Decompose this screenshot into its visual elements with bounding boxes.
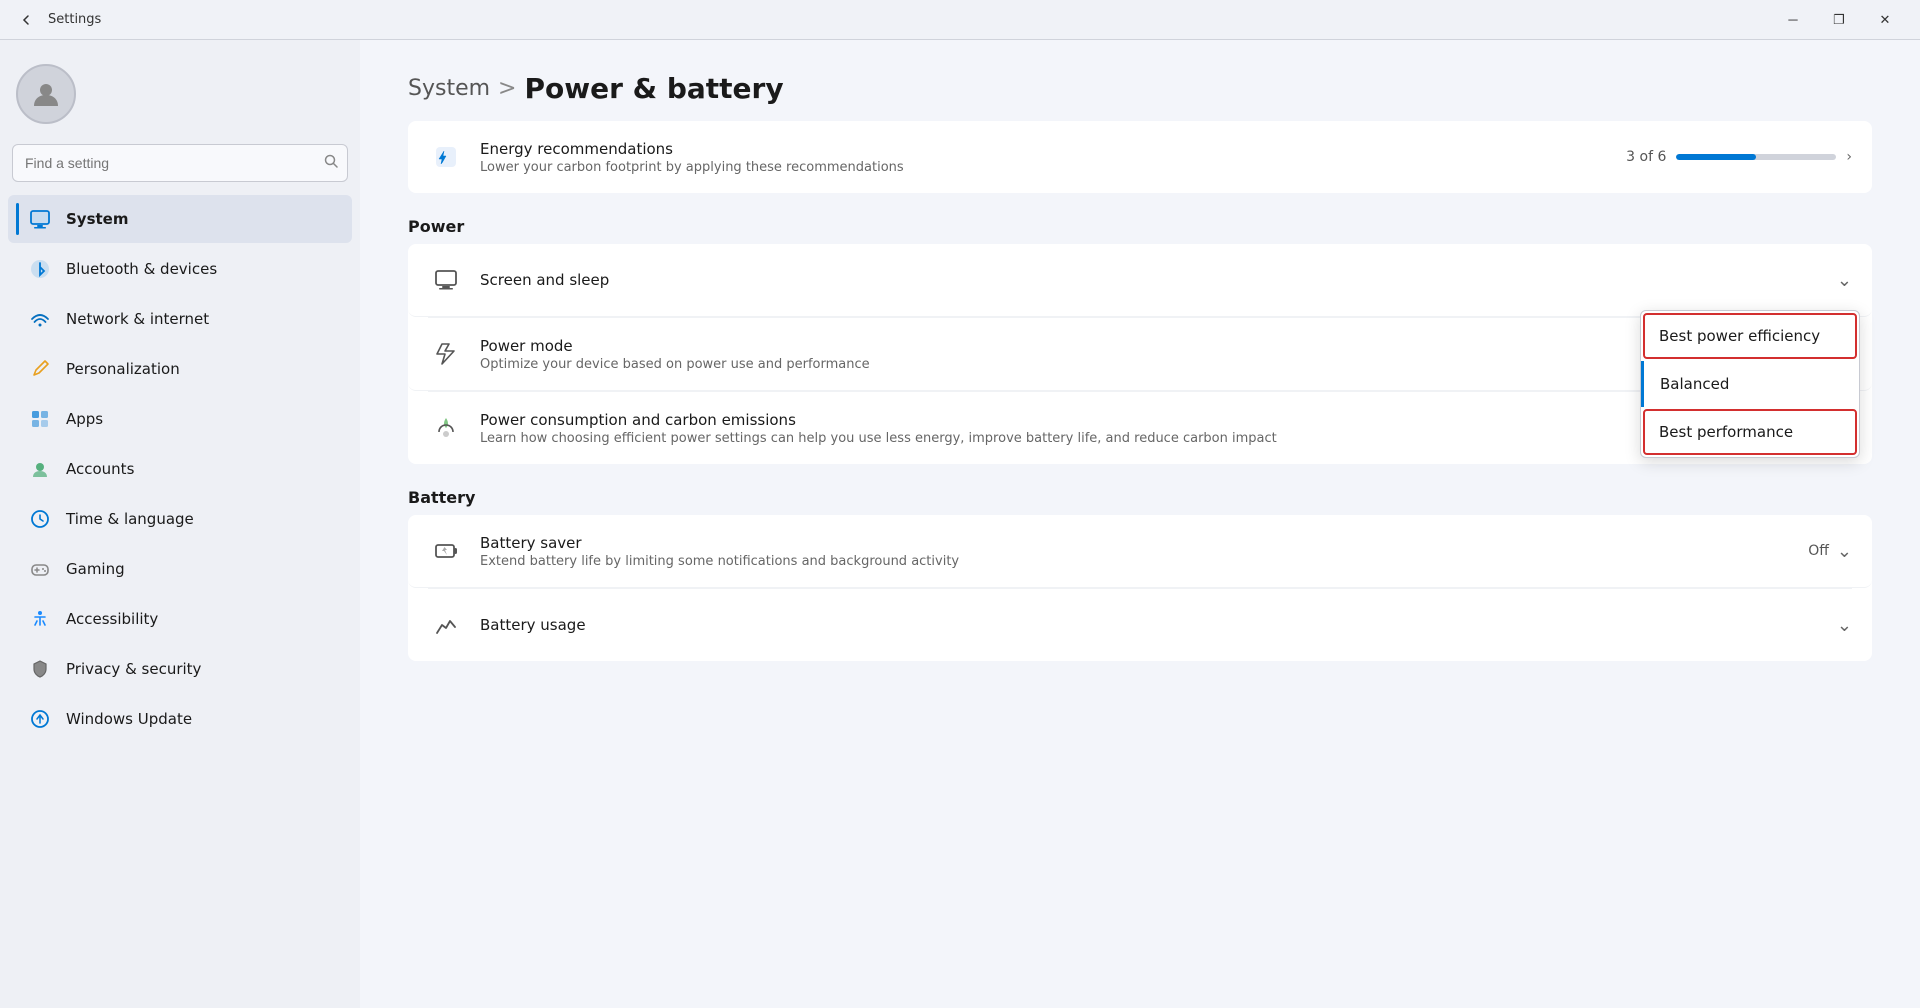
- battery-saver-icon: [428, 533, 464, 569]
- power-mode-desc: Optimize your device based on power use …: [480, 357, 1748, 372]
- sidebar-item-gaming[interactable]: Gaming: [8, 545, 352, 593]
- sidebar: System Bluetooth & devices: [0, 40, 360, 1008]
- apps-icon: [28, 407, 52, 431]
- power-mode-title: Power mode: [480, 337, 1748, 355]
- sidebar-item-privacy-label: Privacy & security: [66, 660, 201, 678]
- breadcrumb-separator: >: [498, 76, 516, 101]
- screen-sleep-text: Screen and sleep: [480, 271, 1821, 289]
- screen-sleep-row[interactable]: Screen and sleep ⌄: [408, 244, 1872, 317]
- personalization-icon: [28, 357, 52, 381]
- battery-saver-chevron[interactable]: ⌄: [1837, 541, 1852, 562]
- sidebar-item-update-label: Windows Update: [66, 710, 192, 728]
- battery-usage-right: ⌄: [1837, 615, 1852, 636]
- gaming-icon: [28, 557, 52, 581]
- energy-title: Energy recommendations: [480, 140, 1610, 158]
- sidebar-item-update[interactable]: Windows Update: [8, 695, 352, 743]
- power-mode-text: Power mode Optimize your device based on…: [480, 337, 1748, 372]
- battery-saver-desc: Extend battery life by limiting some not…: [480, 554, 1792, 569]
- battery-usage-title: Battery usage: [480, 616, 1821, 634]
- sidebar-item-privacy[interactable]: Privacy & security: [8, 645, 352, 693]
- battery-saver-title: Battery saver: [480, 534, 1792, 552]
- sidebar-item-accounts[interactable]: Accounts: [8, 445, 352, 493]
- sidebar-item-apps[interactable]: Apps: [8, 395, 352, 443]
- sidebar-item-network-label: Network & internet: [66, 310, 209, 328]
- sidebar-nav: System Bluetooth & devices: [0, 194, 360, 744]
- battery-saver-status: Off: [1808, 543, 1829, 559]
- sidebar-item-accounts-label: Accounts: [66, 460, 134, 478]
- accessibility-icon: [28, 607, 52, 631]
- battery-usage-icon: [428, 607, 464, 643]
- network-icon: [28, 307, 52, 331]
- main-layout: System Bluetooth & devices: [0, 40, 1920, 1008]
- power-consumption-text: Power consumption and carbon emissions L…: [480, 411, 1823, 446]
- energy-progress: 3 of 6 ›: [1626, 149, 1852, 165]
- screen-sleep-right: ⌄: [1837, 270, 1852, 291]
- close-button[interactable]: ✕: [1862, 0, 1908, 40]
- accounts-icon: [28, 457, 52, 481]
- sidebar-item-personalization[interactable]: Personalization: [8, 345, 352, 393]
- breadcrumb: System > Power & battery: [408, 72, 1872, 105]
- sidebar-item-time-label: Time & language: [66, 510, 194, 528]
- avatar: [16, 64, 76, 124]
- power-mode-icon: [428, 336, 464, 372]
- sidebar-item-bluetooth-label: Bluetooth & devices: [66, 260, 217, 278]
- screen-sleep-title: Screen and sleep: [480, 271, 1821, 289]
- system-icon: [28, 207, 52, 231]
- sidebar-item-gaming-label: Gaming: [66, 560, 125, 578]
- battery-section: Battery saver Extend battery life by lim…: [408, 515, 1872, 661]
- minimize-button[interactable]: ─: [1770, 0, 1816, 40]
- breadcrumb-parent[interactable]: System: [408, 76, 490, 101]
- sidebar-item-system-label: System: [66, 210, 128, 228]
- time-icon: [28, 507, 52, 531]
- search-input[interactable]: [12, 144, 348, 182]
- search-icon: [324, 154, 338, 172]
- sidebar-item-system[interactable]: System: [8, 195, 352, 243]
- dropdown-option-best-performance[interactable]: Best performance: [1643, 409, 1857, 455]
- energy-chevron-right[interactable]: ›: [1846, 149, 1852, 165]
- window-controls: ─ ❐ ✕: [1770, 0, 1908, 40]
- sidebar-item-accessibility-label: Accessibility: [66, 610, 158, 628]
- privacy-icon: [28, 657, 52, 681]
- search-container: [12, 144, 348, 182]
- battery-usage-row[interactable]: Battery usage ⌄: [408, 589, 1872, 661]
- back-button[interactable]: [12, 6, 40, 34]
- screen-sleep-chevron[interactable]: ⌄: [1837, 270, 1852, 291]
- progress-bar-fill: [1676, 154, 1756, 160]
- progress-text: 3 of 6: [1626, 149, 1666, 165]
- energy-recommendations-card: Energy recommendations Lower your carbon…: [408, 121, 1872, 193]
- energy-desc: Lower your carbon footprint by applying …: [480, 160, 1610, 175]
- maximize-button[interactable]: ❐: [1816, 0, 1862, 40]
- titlebar-title: Settings: [48, 12, 101, 27]
- sidebar-item-bluetooth[interactable]: Bluetooth & devices: [8, 245, 352, 293]
- power-consumption-desc: Learn how choosing efficient power setti…: [480, 431, 1823, 446]
- sidebar-profile: [0, 56, 360, 144]
- sidebar-item-time[interactable]: Time & language: [8, 495, 352, 543]
- power-mode-dropdown: Best power efficiency Balanced Best perf…: [1640, 310, 1860, 458]
- battery-saver-row[interactable]: Battery saver Extend battery life by lim…: [408, 515, 1872, 588]
- screen-sleep-icon: [428, 262, 464, 298]
- energy-icon: [428, 139, 464, 175]
- update-icon: [28, 707, 52, 731]
- progress-bar-background: [1676, 154, 1836, 160]
- breadcrumb-current: Power & battery: [524, 72, 783, 105]
- sidebar-item-apps-label: Apps: [66, 410, 103, 428]
- power-consumption-title: Power consumption and carbon emissions: [480, 411, 1823, 429]
- sidebar-item-network[interactable]: Network & internet: [8, 295, 352, 343]
- sidebar-item-accessibility[interactable]: Accessibility: [8, 595, 352, 643]
- power-consumption-icon: [428, 410, 464, 446]
- battery-section-label: Battery: [408, 488, 1872, 507]
- energy-card-row[interactable]: Energy recommendations Lower your carbon…: [408, 121, 1872, 193]
- power-section-label: Power: [408, 217, 1872, 236]
- content-area: System > Power & battery Energy recommen…: [360, 40, 1920, 1008]
- bluetooth-icon: [28, 257, 52, 281]
- dropdown-option-best-power-efficiency[interactable]: Best power efficiency: [1643, 313, 1857, 359]
- battery-usage-text: Battery usage: [480, 616, 1821, 634]
- battery-saver-right: Off ⌄: [1808, 541, 1852, 562]
- battery-usage-chevron[interactable]: ⌄: [1837, 615, 1852, 636]
- titlebar: Settings ─ ❐ ✕: [0, 0, 1920, 40]
- battery-saver-text: Battery saver Extend battery life by lim…: [480, 534, 1792, 569]
- dropdown-option-balanced[interactable]: Balanced: [1641, 361, 1859, 407]
- sidebar-item-personalization-label: Personalization: [66, 360, 180, 378]
- energy-card-text: Energy recommendations Lower your carbon…: [480, 140, 1610, 175]
